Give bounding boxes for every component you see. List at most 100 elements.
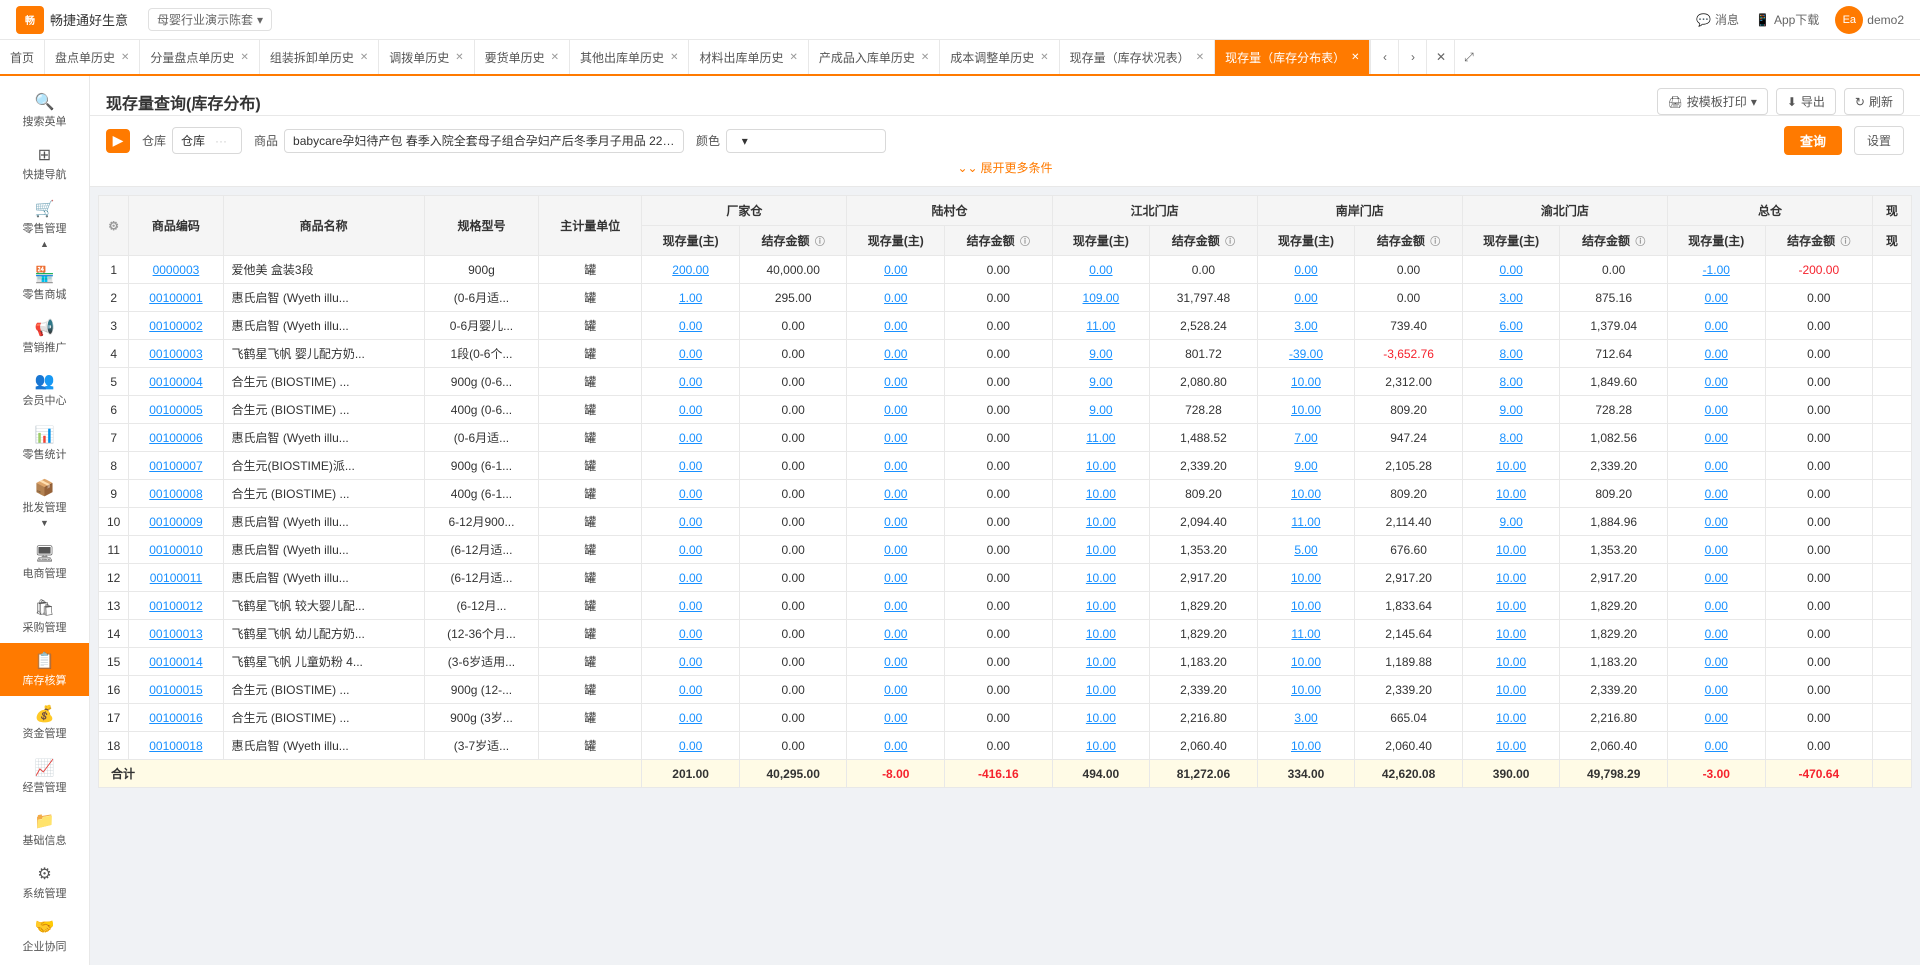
row-total-qty[interactable]: 0.00 <box>1667 452 1765 480</box>
sidebar-item-shortcut[interactable]: ⊞ 快捷导航 <box>0 137 89 190</box>
row-jiangbei-qty[interactable]: 10.00 <box>1052 536 1150 564</box>
row-code[interactable]: 00100008 <box>129 480 223 508</box>
row-factory-qty[interactable]: 0.00 <box>642 452 740 480</box>
row-nanan-qty[interactable]: 7.00 <box>1257 424 1355 452</box>
tab-dispatch[interactable]: 调拨单历史 ✕ <box>379 40 474 75</box>
settings-icon[interactable]: ⚙ <box>108 219 119 233</box>
row-nanan-qty[interactable]: 10.00 <box>1257 480 1355 508</box>
row-lucun-qty[interactable]: 0.00 <box>847 648 945 676</box>
sidebar-item-corp[interactable]: 🤝 企业协同 <box>0 909 89 962</box>
row-factory-qty[interactable]: 0.00 <box>642 396 740 424</box>
export-button[interactable]: ⬇ 导出 <box>1776 88 1836 115</box>
warehouse-input[interactable]: 仓库 ··· <box>172 127 242 154</box>
row-yubei-qty[interactable]: 0.00 <box>1462 256 1560 284</box>
sidebar-item-system[interactable]: ⚙ 系统管理 <box>0 856 89 909</box>
row-factory-qty[interactable]: 0.00 <box>642 424 740 452</box>
row-factory-qty[interactable]: 0.00 <box>642 312 740 340</box>
row-lucun-qty[interactable]: 0.00 <box>847 676 945 704</box>
row-total-qty[interactable]: 0.00 <box>1667 396 1765 424</box>
row-total-qty[interactable]: 0.00 <box>1667 564 1765 592</box>
row-yubei-qty[interactable]: 8.00 <box>1462 424 1560 452</box>
sidebar-item-search[interactable]: 🔍 搜索英单 <box>0 84 89 137</box>
query-button[interactable]: 查询 <box>1784 126 1842 155</box>
row-factory-qty[interactable]: 0.00 <box>642 564 740 592</box>
row-yubei-qty[interactable]: 10.00 <box>1462 732 1560 760</box>
sidebar-item-finance[interactable]: 💰 资金管理 <box>0 696 89 749</box>
row-nanan-qty[interactable]: 10.00 <box>1257 564 1355 592</box>
row-factory-qty[interactable]: 0.00 <box>642 704 740 732</box>
sidebar-item-retail[interactable]: 🛒 零售管理 ▲ <box>0 191 89 257</box>
close-icon[interactable]: ✕ <box>1196 52 1204 63</box>
app-download-button[interactable]: 📱 App下载 <box>1755 11 1819 28</box>
row-lucun-qty[interactable]: 0.00 <box>847 284 945 312</box>
row-lucun-qty[interactable]: 0.00 <box>847 592 945 620</box>
row-jiangbei-qty[interactable]: 109.00 <box>1052 284 1150 312</box>
row-factory-qty[interactable]: 0.00 <box>642 480 740 508</box>
row-total-qty[interactable]: 0.00 <box>1667 704 1765 732</box>
row-nanan-qty[interactable]: 10.00 <box>1257 592 1355 620</box>
row-total-qty[interactable]: 0.00 <box>1667 676 1765 704</box>
sidebar-item-operation[interactable]: 📈 经营管理 <box>0 750 89 803</box>
row-nanan-qty[interactable]: 10.00 <box>1257 648 1355 676</box>
tab-order[interactable]: 要货单历史 ✕ <box>475 40 570 75</box>
row-factory-qty[interactable]: 200.00 <box>642 256 740 284</box>
row-lucun-qty[interactable]: 0.00 <box>847 396 945 424</box>
row-lucun-qty[interactable]: 0.00 <box>847 312 945 340</box>
row-nanan-qty[interactable]: -39.00 <box>1257 340 1355 368</box>
sidebar-item-inventory[interactable]: 📋 库存核算 <box>0 643 89 696</box>
user-menu[interactable]: Ea demo2 <box>1835 6 1904 34</box>
tab-stock-status[interactable]: 现存量（库存状况表）✕ <box>1060 40 1215 75</box>
tab-branch-stocktake[interactable]: 分量盘点单历史 ✕ <box>140 40 259 75</box>
tab-prev-button[interactable]: ‹ <box>1370 40 1398 75</box>
row-lucun-qty[interactable]: 0.00 <box>847 424 945 452</box>
sidebar-item-retail-store[interactable]: 🏪 零售商城 <box>0 257 89 310</box>
row-yubei-qty[interactable]: 10.00 <box>1462 592 1560 620</box>
row-yubei-qty[interactable]: 10.00 <box>1462 620 1560 648</box>
row-code[interactable]: 00100002 <box>129 312 223 340</box>
row-nanan-qty[interactable]: 11.00 <box>1257 508 1355 536</box>
row-total-qty[interactable]: 0.00 <box>1667 368 1765 396</box>
row-total-qty[interactable]: 0.00 <box>1667 620 1765 648</box>
row-jiangbei-qty[interactable]: 10.00 <box>1052 648 1150 676</box>
tab-close-all-button[interactable]: ✕ <box>1426 40 1454 75</box>
row-jiangbei-qty[interactable]: 10.00 <box>1052 676 1150 704</box>
sidebar-item-member[interactable]: 👥 会员中心 <box>0 363 89 416</box>
goods-input[interactable] <box>284 129 684 153</box>
row-yubei-qty[interactable]: 10.00 <box>1462 676 1560 704</box>
close-icon[interactable]: ✕ <box>551 52 559 63</box>
row-lucun-qty[interactable]: 0.00 <box>847 256 945 284</box>
row-code[interactable]: 00100013 <box>129 620 223 648</box>
row-nanan-qty[interactable]: 10.00 <box>1257 396 1355 424</box>
row-lucun-qty[interactable]: 0.00 <box>847 368 945 396</box>
row-code[interactable]: 00100016 <box>129 704 223 732</box>
row-jiangbei-qty[interactable]: 10.00 <box>1052 564 1150 592</box>
sidebar-item-marketing[interactable]: 📢 营销推广 <box>0 310 89 363</box>
row-total-qty[interactable]: -1.00 <box>1667 256 1765 284</box>
row-yubei-qty[interactable]: 10.00 <box>1462 480 1560 508</box>
row-factory-qty[interactable]: 1.00 <box>642 284 740 312</box>
row-code[interactable]: 00100012 <box>129 592 223 620</box>
row-nanan-qty[interactable]: 10.00 <box>1257 676 1355 704</box>
row-nanan-qty[interactable]: 10.00 <box>1257 368 1355 396</box>
setting-button[interactable]: 设置 <box>1854 126 1904 155</box>
row-nanan-qty[interactable]: 0.00 <box>1257 256 1355 284</box>
sidebar-item-ecommerce[interactable]: 🖥 电商管理 <box>0 536 89 589</box>
row-code[interactable]: 00100011 <box>129 564 223 592</box>
row-nanan-qty[interactable]: 0.00 <box>1257 284 1355 312</box>
row-factory-qty[interactable]: 0.00 <box>642 648 740 676</box>
row-total-qty[interactable]: 0.00 <box>1667 340 1765 368</box>
row-code[interactable]: 00100014 <box>129 648 223 676</box>
row-nanan-qty[interactable]: 3.00 <box>1257 312 1355 340</box>
row-jiangbei-qty[interactable]: 0.00 <box>1052 256 1150 284</box>
row-nanan-qty[interactable]: 9.00 <box>1257 452 1355 480</box>
close-icon[interactable]: ✕ <box>360 52 368 63</box>
row-yubei-qty[interactable]: 10.00 <box>1462 536 1560 564</box>
row-jiangbei-qty[interactable]: 10.00 <box>1052 620 1150 648</box>
row-jiangbei-qty[interactable]: 9.00 <box>1052 368 1150 396</box>
row-nanan-qty[interactable]: 5.00 <box>1257 536 1355 564</box>
row-lucun-qty[interactable]: 0.00 <box>847 480 945 508</box>
row-code[interactable]: 00100015 <box>129 676 223 704</box>
row-code[interactable]: 00100005 <box>129 396 223 424</box>
sidebar-item-wholesale[interactable]: 📦 批发管理 ▼ <box>0 470 89 536</box>
row-code[interactable]: 00100009 <box>129 508 223 536</box>
